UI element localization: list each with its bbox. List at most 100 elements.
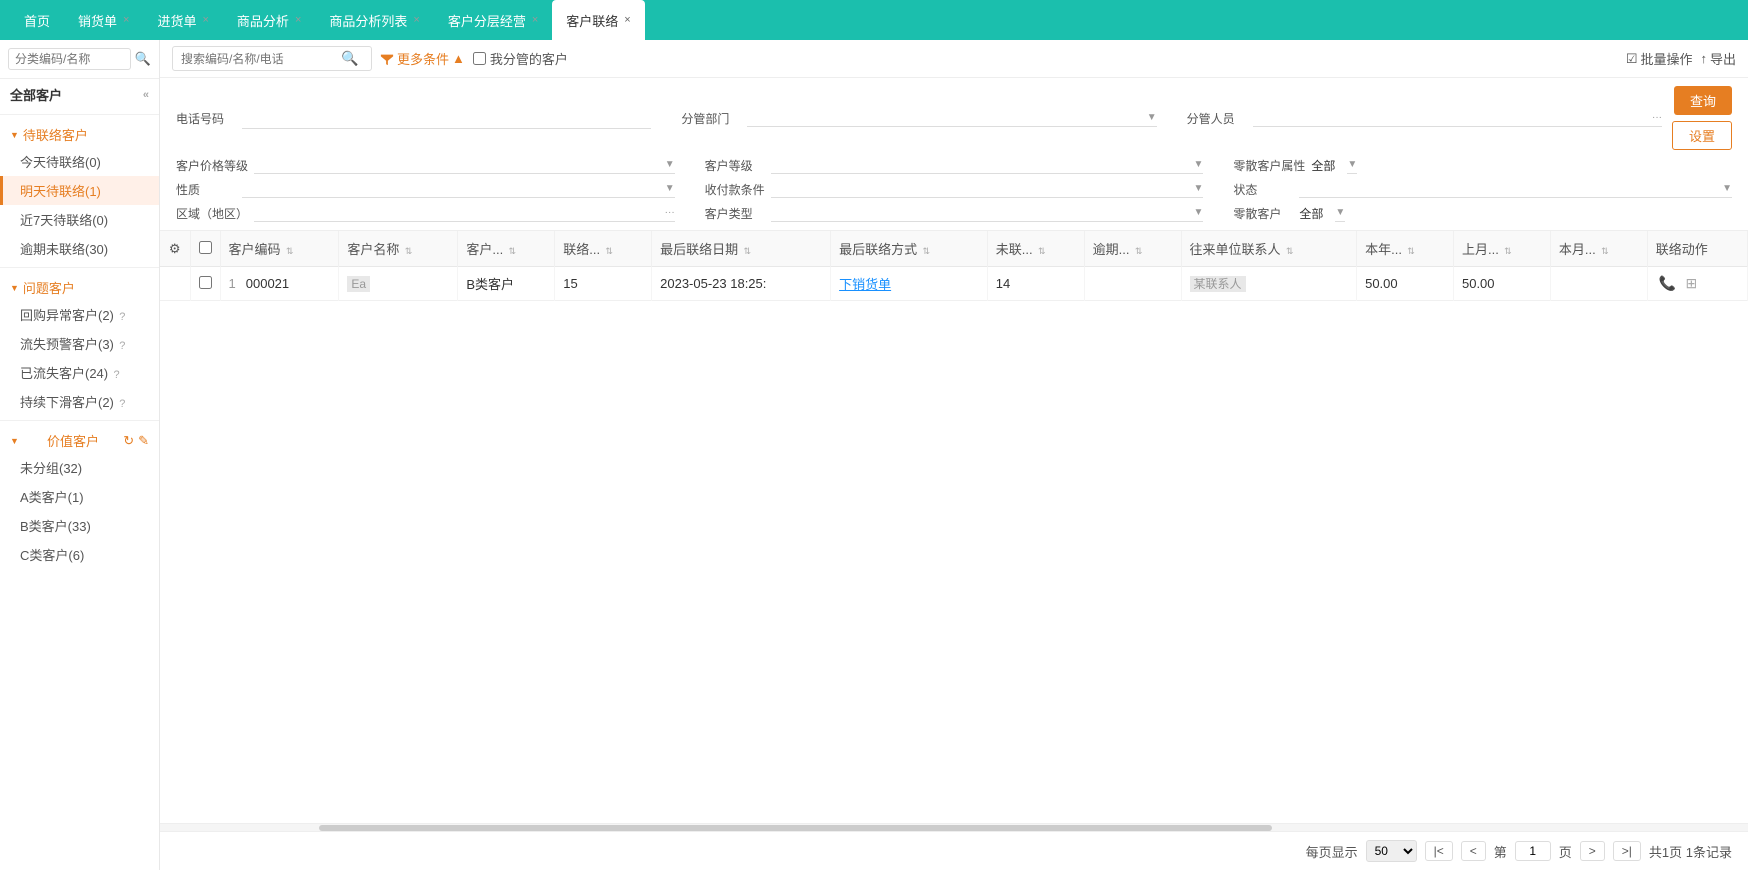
gender-select[interactable]: ▼ xyxy=(242,180,675,198)
row-category: B类客户 xyxy=(458,267,555,301)
nav-customer-contact[interactable]: 客户联络 × xyxy=(552,0,644,40)
customer-type-label: 客户类型 xyxy=(705,205,765,222)
close-icon[interactable]: × xyxy=(413,14,419,26)
batch-operation-button[interactable]: ☑ 批量操作 xyxy=(1626,49,1693,68)
export-button[interactable]: ↑ 导出 xyxy=(1700,49,1736,68)
search-button[interactable]: 🔍 xyxy=(341,50,358,67)
table-col-year: 本年... ⇅ xyxy=(1357,231,1454,267)
nav-purchase[interactable]: 进货单 × xyxy=(143,0,222,40)
sidebar-item-churned[interactable]: 已流失客户(24) ? xyxy=(0,358,159,387)
nav-customer-tier[interactable]: 客户分层经营 × xyxy=(434,0,552,40)
main-layout: 🔍 全部客户 « 待联络客户 今天待联络(0) 明天待联络(1) 近7天待联络(… xyxy=(0,40,1748,870)
close-icon[interactable]: × xyxy=(202,14,208,26)
my-customer-checkbox[interactable] xyxy=(473,52,486,65)
first-page-button[interactable]: |< xyxy=(1425,841,1453,861)
filter-phone: 电话号码 xyxy=(176,108,651,129)
phone-action-icon[interactable]: 📞 xyxy=(1659,275,1676,291)
sort-icon: ⇅ xyxy=(1504,246,1512,256)
table-col-last-month: 上月... ⇅ xyxy=(1453,231,1550,267)
query-button[interactable]: 查询 xyxy=(1674,86,1732,115)
sidebar-item-ungrouped[interactable]: 未分组(32) xyxy=(0,453,159,482)
table-col-contact-count: 联络... ⇅ xyxy=(555,231,652,267)
sidebar-divider xyxy=(0,267,159,268)
search-icon[interactable]: 🔍 xyxy=(135,51,151,67)
chevron-down-icon: ▼ xyxy=(1193,183,1203,194)
sidebar-group-problem: 问题客户 xyxy=(0,272,159,300)
filter-more-button[interactable]: 更多条件 ▲ xyxy=(380,49,465,68)
per-page-select[interactable]: 50 100 200 xyxy=(1366,840,1417,862)
refresh-icon[interactable]: ↻ xyxy=(123,433,134,449)
table-col-gear: ⚙ xyxy=(160,231,190,267)
close-icon[interactable]: × xyxy=(295,14,301,26)
checkbox-icon: ☑ xyxy=(1626,51,1638,67)
sidebar-item-declining[interactable]: 持续下滑客户(2) ? xyxy=(0,387,159,416)
sidebar-item-churn-warning[interactable]: 流失预警客户(3) ? xyxy=(0,329,159,358)
more-icon: ··· xyxy=(1652,112,1662,123)
dept-label: 分管部门 xyxy=(681,110,741,127)
search-input[interactable] xyxy=(181,52,341,66)
filter-row-1: 电话号码 分管部门 ▼ 分管人员 ··· xyxy=(176,86,1732,150)
edit-icon[interactable]: ✎ xyxy=(138,433,149,449)
last-page-button[interactable]: >| xyxy=(1613,841,1641,861)
filter-retail-customer: 零散客户 全部 ▼ xyxy=(1233,204,1732,222)
sidebar-item-a-class[interactable]: A类客户(1) xyxy=(0,482,159,511)
page-unit: 页 xyxy=(1559,842,1572,861)
nav-sales[interactable]: 销货单 × xyxy=(64,0,143,40)
customer-level-select[interactable]: ▼ xyxy=(771,156,1204,174)
my-customer-checkbox-label[interactable]: 我分管的客户 xyxy=(473,49,568,68)
close-icon[interactable]: × xyxy=(624,14,630,26)
select-all-checkbox[interactable] xyxy=(199,241,212,254)
table-row: 1 000021 Ea B类客户 15 xyxy=(160,267,1748,301)
sidebar-item-7days[interactable]: 近7天待联络(0) xyxy=(0,205,159,234)
row-last-method: 下销货单 xyxy=(831,267,988,301)
sort-icon: ⇅ xyxy=(1407,246,1415,256)
filter-row-2: 客户价格等级 ▼ 客户等级 ▼ 零散客户属性 全部 xyxy=(176,156,1732,174)
dept-select[interactable]: ▼ xyxy=(747,109,1156,127)
price-level-select[interactable]: ▼ xyxy=(254,156,675,174)
customer-type-select[interactable]: ▼ xyxy=(771,204,1204,222)
phone-input[interactable] xyxy=(242,108,651,129)
info-icon: ? xyxy=(119,311,125,323)
sidebar-item-overdue[interactable]: 逾期未联络(30) xyxy=(0,234,159,263)
sidebar-all-customers[interactable]: 全部客户 « xyxy=(0,79,159,110)
set-button[interactable]: 设置 xyxy=(1672,121,1732,150)
customer-table: ⚙ 客户编码 ⇅ 客户名称 ⇅ xyxy=(160,231,1748,301)
sidebar-item-today[interactable]: 今天待联络(0) xyxy=(0,147,159,176)
table-col-last-method: 最后联络方式 ⇅ xyxy=(831,231,988,267)
nav-home[interactable]: 首页 xyxy=(10,0,64,40)
retail-customer-select[interactable]: ▼ xyxy=(1335,204,1345,222)
retail-attr-select[interactable]: ▼ xyxy=(1347,156,1357,174)
grid-action-icon[interactable]: ⊞ xyxy=(1686,275,1698,291)
page-number-input[interactable] xyxy=(1515,841,1551,861)
row-number: 1 xyxy=(229,276,236,291)
filter-payment: 收付款条件 ▼ xyxy=(705,180,1204,198)
close-icon[interactable]: × xyxy=(123,14,129,26)
status-select[interactable]: ▼ xyxy=(1299,180,1732,198)
horizontal-scrollbar[interactable] xyxy=(160,823,1748,831)
last-method-link[interactable]: 下销货单 xyxy=(839,277,891,292)
sidebar-divider xyxy=(0,114,159,115)
prev-page-button[interactable]: < xyxy=(1461,841,1486,861)
nav-product-list[interactable]: 商品分析列表 × xyxy=(315,0,433,40)
sidebar-search-area: 🔍 xyxy=(0,40,159,79)
sidebar-item-tomorrow[interactable]: 明天待联络(1) xyxy=(0,176,159,205)
close-icon[interactable]: × xyxy=(532,14,538,26)
chevron-down-icon: ▼ xyxy=(1347,159,1357,170)
next-page-button[interactable]: > xyxy=(1580,841,1605,861)
sidebar-search-input[interactable] xyxy=(8,48,131,70)
top-nav: 首页 销货单 × 进货单 × 商品分析 × 商品分析列表 × 客户分层经营 × … xyxy=(0,0,1748,40)
sidebar-item-b-class[interactable]: B类客户(33) xyxy=(0,511,159,540)
row-checkbox[interactable] xyxy=(199,276,212,289)
person-select[interactable]: ··· xyxy=(1253,109,1662,127)
region-select[interactable]: ··· xyxy=(254,204,675,222)
nav-product-analysis[interactable]: 商品分析 × xyxy=(223,0,315,40)
sidebar-item-repurchase-abnormal[interactable]: 回购异常客户(2) ? xyxy=(0,300,159,329)
table-col-code: 客户编码 ⇅ xyxy=(220,231,339,267)
scrollbar-thumb[interactable] xyxy=(319,825,1272,831)
filter-row-3: 性质 ▼ 收付款条件 ▼ 状态 ▼ xyxy=(176,180,1732,198)
table-col-name: 客户名称 ⇅ xyxy=(339,231,458,267)
sidebar-item-c-class[interactable]: C类客户(6) xyxy=(0,540,159,569)
table-col-actions: 联络动作 xyxy=(1647,231,1747,267)
gear-icon[interactable]: ⚙ xyxy=(169,241,181,256)
payment-select[interactable]: ▼ xyxy=(771,180,1204,198)
